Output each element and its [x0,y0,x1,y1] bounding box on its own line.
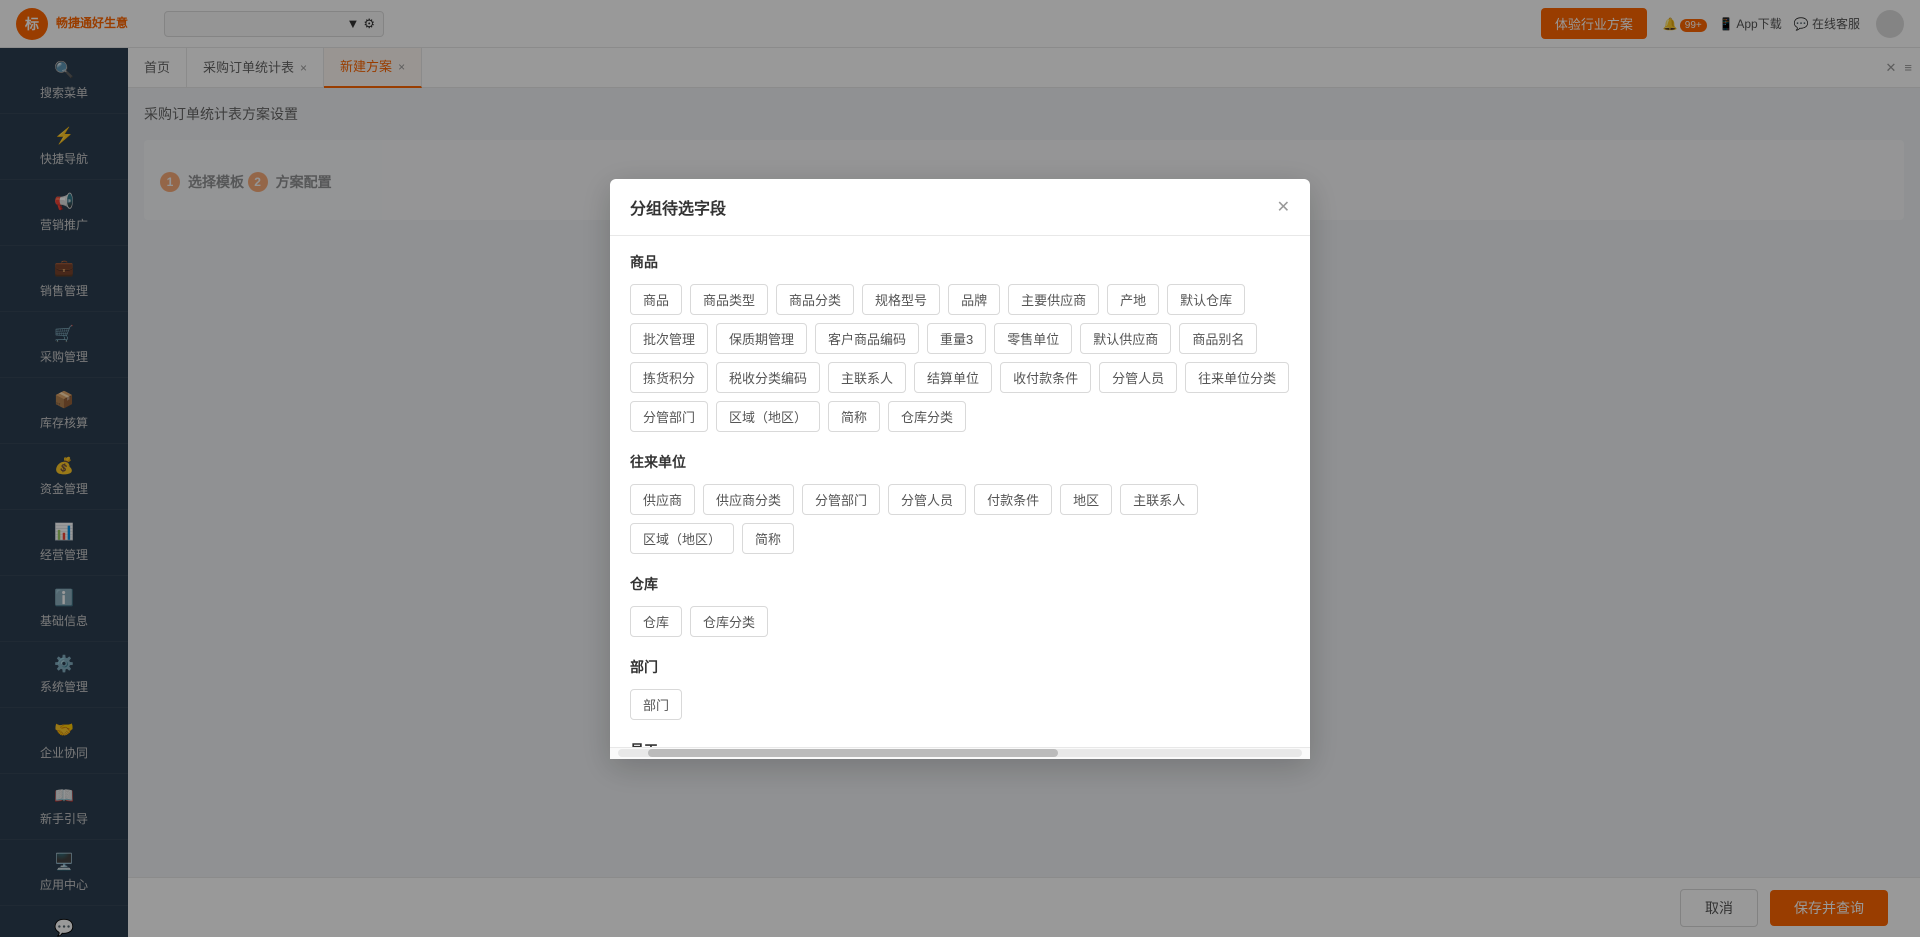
field-settlement-unit[interactable]: 结算单位 [914,362,992,393]
field-weight3[interactable]: 重量3 [927,323,986,354]
dialog-h-scrollbar[interactable] [610,747,1310,759]
field-goods-type[interactable]: 商品类型 [690,284,768,315]
field-partner-contact[interactable]: 主联系人 [1120,484,1198,515]
field-expiry-mgmt[interactable]: 保质期管理 [716,323,807,354]
field-biz-category[interactable]: 往来单位分类 [1185,362,1289,393]
field-retail-unit[interactable]: 零售单位 [994,323,1072,354]
section-partner: 往来单位 供应商 供应商分类 分管部门 分管人员 付款条件 地区 主联系人 区域… [630,452,1290,554]
dialog-close-icon[interactable]: ✕ [1277,197,1290,217]
field-spec-model[interactable]: 规格型号 [862,284,940,315]
field-customer-code[interactable]: 客户商品编码 [815,323,919,354]
section-partner-title: 往来单位 [630,452,1290,472]
dialog-body[interactable]: 商品 商品 商品类型 商品分类 规格型号 品牌 主要供应商 产地 默认仓库 批次… [610,236,1310,747]
field-payment-terms[interactable]: 收付款条件 [1000,362,1091,393]
field-pick-points[interactable]: 拣货积分 [630,362,708,393]
section-employee: 员工 业务员 [630,740,1290,747]
field-supplier[interactable]: 供应商 [630,484,695,515]
field-department[interactable]: 部门 [630,689,682,720]
dialog-title: 分组待选字段 [630,195,726,219]
field-main-contact[interactable]: 主联系人 [828,362,906,393]
field-dept[interactable]: 分管部门 [630,401,708,432]
field-goods-alias[interactable]: 商品别名 [1179,323,1257,354]
dialog: 分组待选字段 ✕ 商品 商品 商品类型 商品分类 规格型号 品牌 主要供应商 产… [610,179,1310,759]
field-warehouse[interactable]: 仓库 [630,606,682,637]
field-tax-code[interactable]: 税收分类编码 [716,362,820,393]
field-warehouse-category[interactable]: 仓库分类 [690,606,768,637]
field-short-name[interactable]: 简称 [828,401,880,432]
h-scroll-thumb[interactable] [648,749,1058,757]
section-goods-title: 商品 [630,252,1290,272]
field-brand[interactable]: 品牌 [948,284,1000,315]
field-supplier-cat[interactable]: 供应商分类 [703,484,794,515]
section-goods: 商品 商品 商品类型 商品分类 规格型号 品牌 主要供应商 产地 默认仓库 批次… [630,252,1290,432]
goods-field-grid: 商品 商品类型 商品分类 规格型号 品牌 主要供应商 产地 默认仓库 批次管理 … [630,284,1290,432]
field-partner-dept[interactable]: 分管部门 [802,484,880,515]
dialog-overlay: 分组待选字段 ✕ 商品 商品 商品类型 商品分类 规格型号 品牌 主要供应商 产… [0,0,1920,937]
section-warehouse: 仓库 仓库 仓库分类 [630,574,1290,637]
field-partner-short[interactable]: 简称 [742,523,794,554]
field-goods-category[interactable]: 商品分类 [776,284,854,315]
field-batch-mgmt[interactable]: 批次管理 [630,323,708,354]
field-partner-region[interactable]: 区域（地区） [630,523,734,554]
dialog-header: 分组待选字段 ✕ [610,179,1310,236]
field-default-warehouse[interactable]: 默认仓库 [1167,284,1245,315]
field-origin[interactable]: 产地 [1107,284,1159,315]
field-default-supplier[interactable]: 默认供应商 [1080,323,1171,354]
field-goods[interactable]: 商品 [630,284,682,315]
field-supervisor[interactable]: 分管人员 [1099,362,1177,393]
partner-field-grid: 供应商 供应商分类 分管部门 分管人员 付款条件 地区 主联系人 区域（地区） … [630,484,1290,554]
section-warehouse-title: 仓库 [630,574,1290,594]
section-department-title: 部门 [630,657,1290,677]
field-partner-supervisor[interactable]: 分管人员 [888,484,966,515]
field-warehouse-cat[interactable]: 仓库分类 [888,401,966,432]
field-area[interactable]: 地区 [1060,484,1112,515]
field-main-supplier[interactable]: 主要供应商 [1008,284,1099,315]
dept-field-grid: 部门 [630,689,1290,720]
section-employee-title: 员工 [630,740,1290,747]
field-region[interactable]: 区域（地区） [716,401,820,432]
field-payment-cond[interactable]: 付款条件 [974,484,1052,515]
h-scroll-track[interactable] [618,749,1302,757]
section-department: 部门 部门 [630,657,1290,720]
warehouse-field-grid: 仓库 仓库分类 [630,606,1290,637]
